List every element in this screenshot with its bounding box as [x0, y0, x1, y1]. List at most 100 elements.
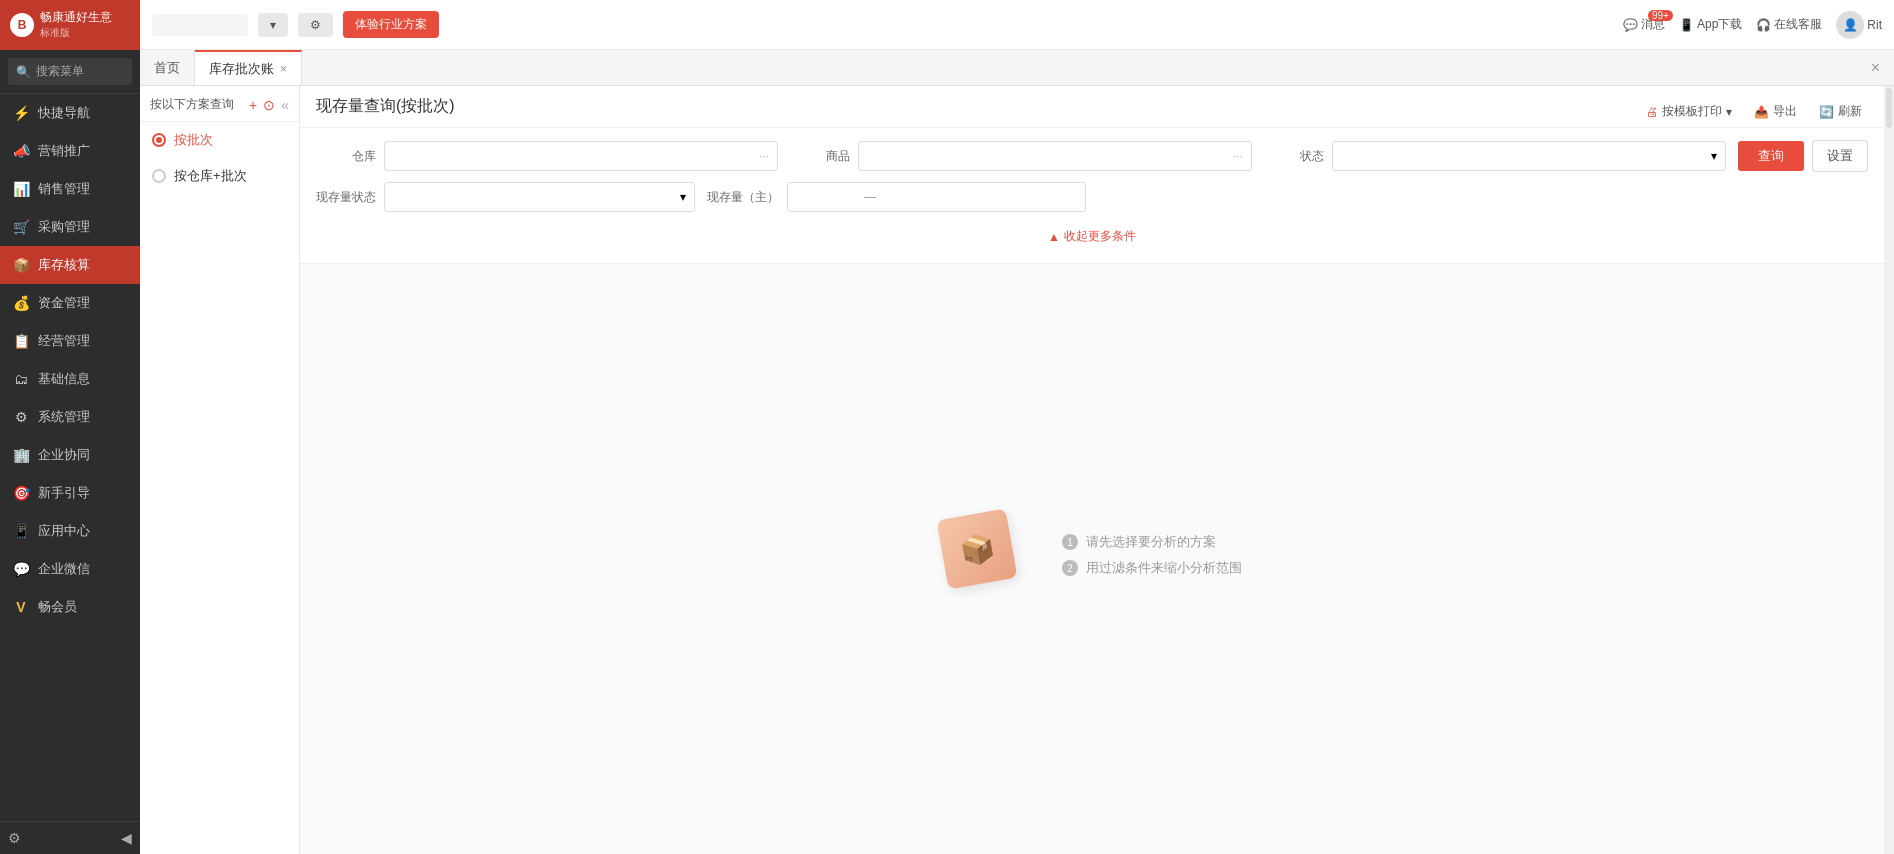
online-service-button[interactable]: 🎧 在线客服 [1756, 16, 1822, 33]
sidebar-item-finance[interactable]: 💰 资金管理 [0, 284, 140, 322]
newbie-icon: 🎯 [12, 485, 30, 501]
app-download-button[interactable]: 📱 App下载 [1679, 16, 1742, 33]
empty-tip-1: 1 请先选择要分析的方案 [1062, 533, 1242, 551]
gear-icon: ⚙ [310, 18, 321, 32]
print-template-button[interactable]: 🖨 按模板打印 ▾ [1640, 100, 1738, 123]
query-button[interactable]: 查询 [1738, 141, 1804, 171]
stock-qty-max[interactable] [884, 190, 944, 204]
tab-close-button[interactable]: × [280, 62, 287, 76]
message-badge: 99+ [1648, 10, 1673, 21]
filter-settings-icon[interactable]: ⊙ [263, 97, 275, 113]
stock-qty-range: — [787, 182, 1086, 212]
message-icon: 💬 [1623, 18, 1638, 32]
sidebar-item-marketing[interactable]: 📣 营销推广 [0, 132, 140, 170]
app-center-icon: 📱 [12, 523, 30, 539]
user-avatar: 👤 [1836, 11, 1864, 39]
topbar-search-input[interactable] [160, 18, 240, 32]
filter-add-icon[interactable]: + [249, 97, 257, 113]
wechat-icon: 💬 [12, 561, 30, 577]
tab-batch-account[interactable]: 库存批次账 × [195, 50, 302, 85]
print-label: 按模板打印 [1662, 103, 1722, 120]
enterprise-label: 企业协同 [38, 446, 90, 464]
gear-settings-button[interactable]: ⚙ [298, 13, 333, 37]
marketing-label: 营销推广 [38, 142, 90, 160]
topbar-actions: 💬 消息 99+ 📱 App下载 🎧 在线客服 👤 Rit [1623, 11, 1882, 39]
sidebar-item-quick-nav[interactable]: ⚡ 快捷导航 [0, 94, 140, 132]
footer-settings-button[interactable]: ⚙ [8, 830, 21, 846]
sidebar-item-system[interactable]: ⚙ 系统管理 [0, 398, 140, 436]
user-name: Rit [1867, 18, 1882, 32]
filter-panel-actions: + ⊙ « [249, 97, 289, 113]
search-menu-label: 搜索菜单 [36, 63, 84, 80]
collapse-conditions-button[interactable]: ▲ 收起更多条件 [316, 222, 1868, 251]
page-header-actions: 🖨 按模板打印 ▾ 📤 导出 🔄 刷新 [1640, 100, 1868, 123]
main-navigation: ⚡ 快捷导航 📣 营销推广 📊 销售管理 🛒 采购管理 📦 库存核算 💰 资金管… [0, 94, 140, 821]
filter-warehouse-batch-label: 按仓库+批次 [174, 167, 247, 185]
message-button[interactable]: 💬 消息 99+ [1623, 16, 1665, 33]
refresh-label: 刷新 [1838, 103, 1862, 120]
filter-item-batch[interactable]: 按批次 [140, 122, 299, 158]
quick-nav-label: 快捷导航 [38, 104, 90, 122]
tab-batch-account-label: 库存批次账 [209, 60, 274, 78]
trial-industry-button[interactable]: 体验行业方案 [343, 11, 439, 38]
product-more-icon[interactable]: ··· [1233, 149, 1243, 163]
product-label: 商品 [790, 148, 850, 165]
tab-home[interactable]: 首页 [140, 50, 195, 85]
sidebar-item-purchase[interactable]: 🛒 采购管理 [0, 208, 140, 246]
dropdown-arrow-button[interactable]: ▾ [258, 13, 288, 37]
inventory-label: 库存核算 [38, 256, 90, 274]
ops-label: 经营管理 [38, 332, 90, 350]
right-scrollbar[interactable] [1884, 86, 1894, 854]
range-dash: — [864, 190, 876, 204]
filter-item-warehouse-batch[interactable]: 按仓库+批次 [140, 158, 299, 194]
vip-label: 畅会员 [38, 598, 77, 616]
empty-face-icon: 📦 [957, 530, 997, 569]
stock-status-field: 现存量状态 ▾ [316, 182, 695, 212]
filter-batch-label: 按批次 [174, 131, 213, 149]
stock-qty-field: 现存量（主） — [707, 182, 1086, 212]
filter-collapse-icon[interactable]: « [281, 97, 289, 113]
search-menu-button[interactable]: 🔍 搜索菜单 [8, 58, 132, 85]
print-icon: 🖨 [1646, 105, 1658, 119]
settings-button[interactable]: 设置 [1812, 140, 1868, 172]
sidebar-item-app-center[interactable]: 📱 应用中心 [0, 512, 140, 550]
sidebar-item-enterprise[interactable]: 🏢 企业协同 [0, 436, 140, 474]
system-icon: ⚙ [12, 409, 30, 425]
chevron-down-icon: ▾ [270, 18, 276, 32]
warehouse-more-icon[interactable]: ··· [759, 149, 769, 163]
app-edition: 标准版 [40, 26, 112, 40]
sidebar-item-newbie[interactable]: 🎯 新手引导 [0, 474, 140, 512]
status-select[interactable]: ▾ [1332, 141, 1726, 171]
sidebar-item-vip[interactable]: V 畅会员 [0, 588, 140, 626]
empty-box-icon: 📦 [936, 508, 1017, 589]
stock-qty-min[interactable] [796, 190, 856, 204]
empty-state: 📦 1 请先选择要分析的方案 2 用过滤条件来缩小分析范围 [300, 264, 1884, 854]
sidebar-item-inventory[interactable]: 📦 库存核算 [0, 246, 140, 284]
warehouse-input[interactable]: ··· [384, 141, 778, 171]
stock-status-select[interactable]: ▾ [384, 182, 695, 212]
refresh-button[interactable]: 🔄 刷新 [1813, 100, 1868, 123]
headset-icon: 🎧 [1756, 18, 1771, 32]
newbie-label: 新手引导 [38, 484, 90, 502]
export-label: 导出 [1773, 103, 1797, 120]
panel-close-button[interactable]: × [1857, 59, 1894, 77]
trial-label: 体验行业方案 [355, 17, 427, 31]
refresh-icon: 🔄 [1819, 105, 1834, 119]
empty-tip-2: 2 用过滤条件来缩小分析范围 [1062, 559, 1242, 577]
product-input[interactable]: ··· [858, 141, 1252, 171]
sidebar-item-wechat[interactable]: 💬 企业微信 [0, 550, 140, 588]
sidebar-item-basic[interactable]: 🗂 基础信息 [0, 360, 140, 398]
sidebar-search-area: 🔍 搜索菜单 [0, 50, 140, 94]
filter-radio-batch [152, 133, 166, 147]
sidebar-item-ops[interactable]: 📋 经营管理 [0, 322, 140, 360]
print-dropdown-icon: ▾ [1726, 105, 1732, 119]
sidebar-header: B 畅康通好生意 标准版 [0, 0, 140, 50]
user-profile-button[interactable]: 👤 Rit [1836, 11, 1882, 39]
filter-panel: 按以下方案查询 + ⊙ « 按批次 按仓库+批次 [140, 86, 300, 854]
sidebar-item-sales[interactable]: 📊 销售管理 [0, 170, 140, 208]
vip-icon: V [12, 599, 30, 615]
stock-status-label: 现存量状态 [316, 189, 376, 206]
search-form: 仓库 ··· 商品 ··· 状态 [300, 128, 1884, 264]
footer-collapse-button[interactable]: ◀ [121, 830, 132, 846]
export-button[interactable]: 📤 导出 [1748, 100, 1803, 123]
